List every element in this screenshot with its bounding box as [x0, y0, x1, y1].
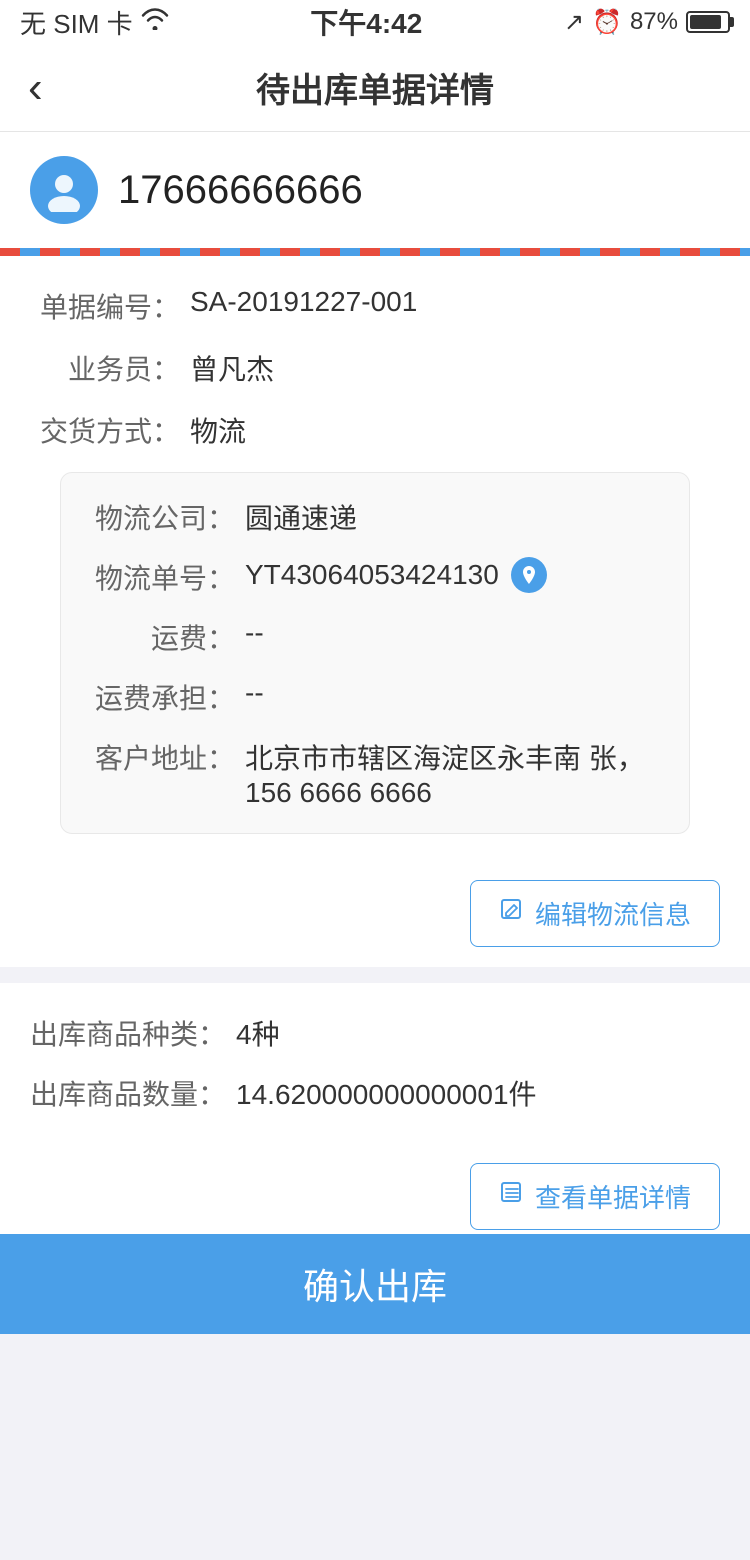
status-bar-right: ↗ ⏰ 87%: [564, 8, 730, 37]
goods-types-row: 出库商品种类： 4种: [30, 1013, 720, 1053]
delivery-method-value: 物流: [190, 410, 720, 450]
salesperson-label: 业务员：: [30, 348, 190, 388]
customer-phone: 17666666666: [118, 168, 363, 213]
location-status-icon: ↗: [564, 8, 584, 37]
logistics-tracking-label: 物流单号：: [85, 557, 245, 597]
status-bar: 无 SIM 卡 下午4:42 ↗ ⏰ 87%: [0, 0, 750, 44]
carrier-text: 无 SIM 卡: [20, 4, 133, 41]
salesperson-row: 业务员： 曾凡杰: [30, 348, 720, 388]
document-no-value: SA-20191227-001: [190, 286, 720, 318]
salesperson-value: 曾凡杰: [190, 348, 720, 388]
goods-types-value: 4种: [236, 1013, 720, 1053]
logistics-tracking-row: 物流单号： YT43064053424130: [85, 557, 665, 597]
nav-bar: ‹ 待出库单据详情: [0, 44, 750, 132]
status-time: 下午4:42: [310, 2, 422, 42]
battery-icon: [686, 11, 730, 33]
goods-quantity-row: 出库商品数量： 14.620000000000001件: [30, 1073, 720, 1113]
address-value: 北京市市辖区海淀区永丰南 张，156 6666 6666: [245, 737, 665, 809]
view-details-label: 查看单据详情: [535, 1178, 691, 1215]
edit-btn-container: 编辑物流信息: [0, 864, 750, 967]
customer-avatar: [30, 156, 98, 224]
edit-logistics-button[interactable]: 编辑物流信息: [470, 880, 720, 947]
logistics-company-label: 物流公司：: [85, 497, 245, 537]
battery-fill: [690, 15, 721, 29]
basic-info-section: 单据编号： SA-20191227-001 业务员： 曾凡杰 交货方式： 物流 …: [0, 256, 750, 864]
goods-quantity-value: 14.620000000000001件: [236, 1073, 720, 1113]
logistics-company-value: 圆通速递: [245, 497, 665, 537]
status-bar-left: 无 SIM 卡: [20, 4, 169, 41]
delivery-method-row: 交货方式： 物流: [30, 410, 720, 450]
confirm-btn-label: 确认出库: [303, 1258, 447, 1310]
address-row: 客户地址： 北京市市辖区海淀区永丰南 张，156 6666 6666: [85, 737, 665, 809]
section-divider: [0, 967, 750, 983]
freight-bearer-value: --: [245, 677, 665, 709]
logistics-company-row: 物流公司： 圆通速递: [85, 497, 665, 537]
tracking-number: YT43064053424130: [245, 559, 499, 591]
page-title: 待出库单据详情: [256, 63, 494, 112]
customer-header: 17666666666: [0, 132, 750, 248]
freight-bearer-row: 运费承担： --: [85, 677, 665, 717]
delivery-method-label: 交货方式：: [30, 410, 190, 450]
back-button[interactable]: ‹: [28, 66, 43, 110]
logistics-card: 物流公司： 圆通速递 物流单号： YT43064053424130: [60, 472, 690, 834]
confirm-btn-container: 确认出库: [0, 1234, 750, 1334]
freight-value: --: [245, 617, 665, 649]
logistics-tracking-value: YT43064053424130: [245, 557, 665, 593]
address-label: 客户地址：: [85, 737, 245, 777]
edit-icon: [499, 897, 525, 930]
dashed-separator: [0, 248, 750, 256]
document-no-row: 单据编号： SA-20191227-001: [30, 286, 720, 326]
battery-percent: 87%: [630, 8, 678, 36]
goods-types-label: 出库商品种类：: [30, 1013, 236, 1053]
goods-quantity-label: 出库商品数量：: [30, 1073, 236, 1113]
list-icon: [499, 1180, 525, 1213]
edit-logistics-label: 编辑物流信息: [535, 895, 691, 932]
freight-row: 运费： --: [85, 617, 665, 657]
document-no-label: 单据编号：: [30, 286, 190, 326]
wifi-icon: [141, 8, 169, 37]
freight-label: 运费：: [85, 617, 245, 657]
confirm-outbound-button[interactable]: 确认出库: [0, 1234, 750, 1334]
view-details-button[interactable]: 查看单据详情: [470, 1163, 720, 1230]
content-area: 17666666666 单据编号： SA-20191227-001 业务员： 曾…: [0, 132, 750, 1560]
freight-bearer-label: 运费承担：: [85, 677, 245, 717]
alarm-icon: ⏰: [592, 8, 622, 37]
tracking-location-icon[interactable]: [511, 557, 547, 593]
goods-section: 出库商品种类： 4种 出库商品数量： 14.620000000000001件: [0, 983, 750, 1153]
